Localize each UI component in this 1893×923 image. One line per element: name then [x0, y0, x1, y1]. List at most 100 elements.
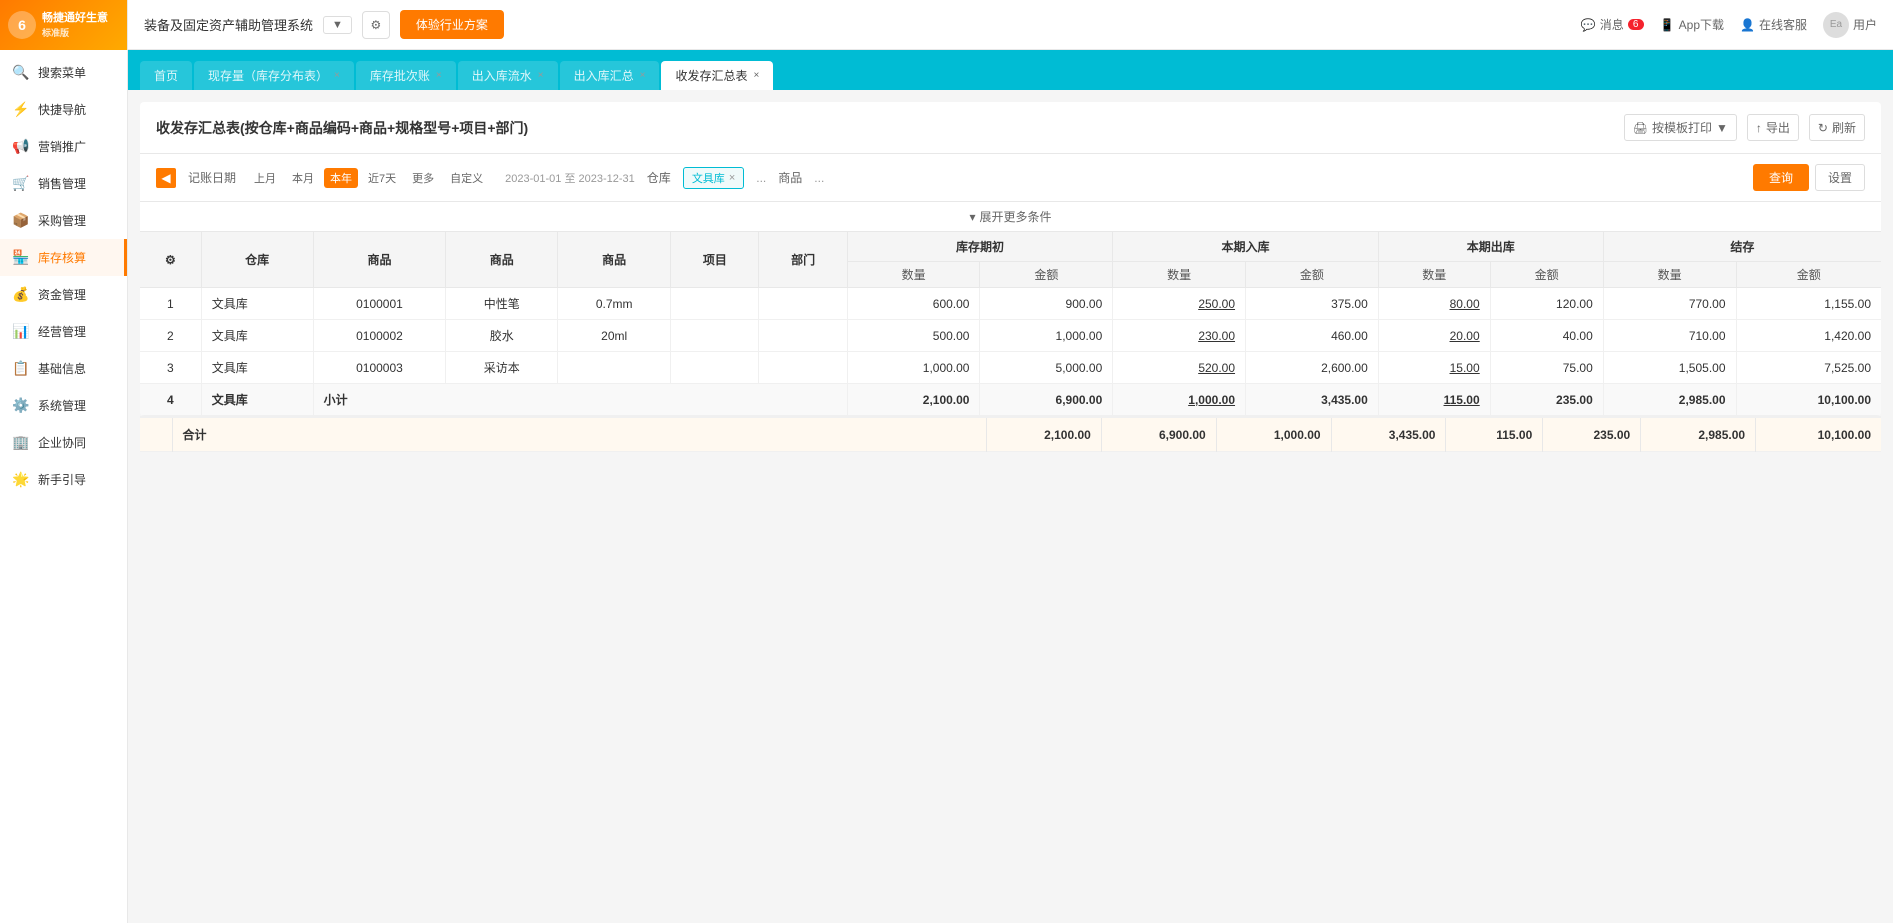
row-in-qty[interactable]: 250.00	[1113, 288, 1246, 320]
tab-close-inventory-dist[interactable]: ×	[334, 70, 340, 81]
sidebar-item-quick-nav[interactable]: ⚡快捷导航	[0, 91, 127, 128]
refresh-btn[interactable]: ↻ 刷新	[1809, 114, 1865, 141]
row-no: 1	[140, 288, 201, 320]
tab-label-in-out-summary: 出入库汇总	[574, 67, 634, 84]
tab-in-out-summary[interactable]: 出入库汇总 ×	[560, 61, 660, 90]
sidebar-logo: 6 畅捷通好生意 标准版	[0, 0, 127, 50]
sidebar-item-purchase[interactable]: 📦采购管理	[0, 202, 127, 239]
table-row: 1 文具库 0100001 中性笔 0.7mm 600.00 900.00 25…	[140, 288, 1881, 320]
row-bal-amt: 1,420.00	[1736, 320, 1881, 352]
sidebar-label-marketing: 营销推广	[38, 138, 86, 155]
filter-actions: 查询 设置	[1753, 164, 1865, 191]
sidebar-label-basic-info: 基础信息	[38, 360, 86, 377]
settings-icon[interactable]: ⚙	[362, 11, 390, 39]
message-icon: 💬	[1581, 18, 1596, 32]
expand-conditions-btn[interactable]: ▾ 展开更多条件	[969, 208, 1051, 225]
export-btn[interactable]: ↑ 导出	[1747, 114, 1799, 141]
system-dropdown[interactable]: ▼	[323, 16, 352, 34]
warehouse-more[interactable]: ...	[756, 171, 766, 185]
th-in-amt: 金额	[1246, 262, 1379, 288]
tab-close-in-out-summary[interactable]: ×	[640, 70, 646, 81]
logo-sub: 标准版	[42, 26, 108, 39]
tab-inventory-dist[interactable]: 现存量（库存分布表） ×	[194, 61, 354, 90]
message-btn[interactable]: 💬 消息 6	[1581, 16, 1644, 33]
th-product-code: 商品	[313, 232, 446, 288]
goods-filter-label: 商品	[778, 169, 802, 186]
tab-receive-send-summary[interactable]: 收发存汇总表×	[661, 61, 773, 90]
footer-label: 合计	[172, 418, 986, 452]
table-row: 4 文具库 小计 2,100.00 6,900.00 1,000.00 3,43…	[140, 384, 1881, 416]
message-label: 消息	[1600, 16, 1624, 33]
row-bal-amt: 7,525.00	[1736, 352, 1881, 384]
sidebar-item-basic-info[interactable]: 📋基础信息	[0, 350, 127, 387]
th-out-qty: 数量	[1378, 262, 1490, 288]
date-filter-label: 记账日期	[188, 169, 236, 186]
sidebar: 6 畅捷通好生意 标准版 🔍搜索菜单⚡快捷导航📢营销推广🛒销售管理📦采购管理🏪库…	[0, 0, 128, 923]
print-template-btn[interactable]: 🖨 按模板打印 ▼	[1624, 114, 1737, 141]
row-init-qty: 1,000.00	[847, 352, 980, 384]
app-download-btn[interactable]: 📱 App下载	[1660, 16, 1724, 33]
row-out-qty[interactable]: 80.00	[1378, 288, 1490, 320]
tab-home[interactable]: 首页	[140, 61, 192, 90]
sidebar-item-operations[interactable]: 📊经营管理	[0, 313, 127, 350]
query-btn[interactable]: 查询	[1753, 164, 1809, 191]
sidebar-item-sales[interactable]: 🛒销售管理	[0, 165, 127, 202]
row-in-amt: 3,435.00	[1246, 384, 1379, 416]
main-table: ⚙ 仓库 商品 商品 商品 项目 部门 库存期初 本期入库 本期出库 结存 数量	[140, 232, 1881, 416]
date-this-year-btn[interactable]: 本年	[324, 168, 358, 188]
tab-close-receive-send-summary[interactable]: ×	[753, 70, 759, 81]
date-prev-month-btn[interactable]: 上月	[248, 168, 282, 188]
date-7days-btn[interactable]: 近7天	[362, 168, 402, 188]
tab-label-batch-ledger: 库存批次账	[370, 67, 430, 84]
tab-close-batch-ledger[interactable]: ×	[436, 70, 442, 81]
row-code: 0100003	[313, 352, 446, 384]
warehouse-filter-label: 仓库	[647, 169, 671, 186]
warehouse-tag-close[interactable]: ×	[729, 172, 735, 184]
th-settings[interactable]: ⚙	[140, 232, 201, 288]
page-header-actions: 🖨 按模板打印 ▼ ↑ 导出 ↻ 刷新	[1624, 114, 1865, 141]
sidebar-item-system[interactable]: ⚙️系统管理	[0, 387, 127, 424]
tab-close-in-out-flow[interactable]: ×	[538, 70, 544, 81]
sidebar-label-system: 系统管理	[38, 397, 86, 414]
filter-toggle-btn[interactable]: ◀	[156, 168, 176, 188]
settings-filter-btn[interactable]: 设置	[1815, 164, 1865, 191]
purchase-icon: 📦	[12, 212, 30, 229]
row-init-amt: 5,000.00	[980, 352, 1113, 384]
date-custom-btn[interactable]: 自定义	[444, 168, 489, 188]
sidebar-item-enterprise[interactable]: 🏢企业协同	[0, 424, 127, 461]
row-out-qty[interactable]: 115.00	[1378, 384, 1490, 416]
row-in-qty[interactable]: 230.00	[1113, 320, 1246, 352]
goods-more[interactable]: ...	[814, 171, 824, 185]
date-more-btn[interactable]: 更多	[406, 168, 440, 188]
th-init-qty: 数量	[847, 262, 980, 288]
row-bal-amt: 10,100.00	[1736, 384, 1881, 416]
page-header: 收发存汇总表(按仓库+商品编码+商品+规格型号+项目+部门) 🖨 按模板打印 ▼…	[140, 102, 1881, 154]
topbar-left: 装备及固定资产辅助管理系统 ▼ ⚙ 体验行业方案	[144, 10, 504, 39]
tab-batch-ledger[interactable]: 库存批次账 ×	[356, 61, 456, 90]
row-warehouse: 文具库	[201, 320, 313, 352]
row-bal-qty: 2,985.00	[1603, 384, 1736, 416]
tab-in-out-flow[interactable]: 出入库流水 ×	[458, 61, 558, 90]
row-code: 0100001	[313, 288, 446, 320]
date-this-month-btn[interactable]: 本月	[286, 168, 320, 188]
row-out-qty[interactable]: 20.00	[1378, 320, 1490, 352]
online-service-btn[interactable]: 👤 在线客服	[1740, 16, 1807, 33]
sidebar-item-search[interactable]: 🔍搜索菜单	[0, 54, 127, 91]
sidebar-item-new-guide[interactable]: 🌟新手引导	[0, 461, 127, 498]
row-in-qty[interactable]: 520.00	[1113, 352, 1246, 384]
row-warehouse: 文具库	[201, 288, 313, 320]
row-bal-qty: 770.00	[1603, 288, 1736, 320]
row-in-qty[interactable]: 1,000.00	[1113, 384, 1246, 416]
try-button[interactable]: 体验行业方案	[400, 10, 504, 39]
tab-label-inventory-dist: 现存量（库存分布表）	[208, 67, 328, 84]
warehouse-tag[interactable]: 文具库 ×	[683, 167, 744, 189]
sidebar-item-marketing[interactable]: 📢营销推广	[0, 128, 127, 165]
user-btn[interactable]: Ea 用户	[1823, 12, 1877, 38]
sidebar-item-finance[interactable]: 💰资金管理	[0, 276, 127, 313]
sidebar-item-inventory[interactable]: 🏪库存核算	[0, 239, 127, 276]
logo-icon: 6	[8, 11, 36, 39]
row-bal-qty: 1,505.00	[1603, 352, 1736, 384]
tab-label-in-out-flow: 出入库流水	[472, 67, 532, 84]
row-out-qty[interactable]: 15.00	[1378, 352, 1490, 384]
footer-table: 合计 2,100.00 6,900.00 1,000.00 3,435.00 1…	[140, 418, 1881, 452]
